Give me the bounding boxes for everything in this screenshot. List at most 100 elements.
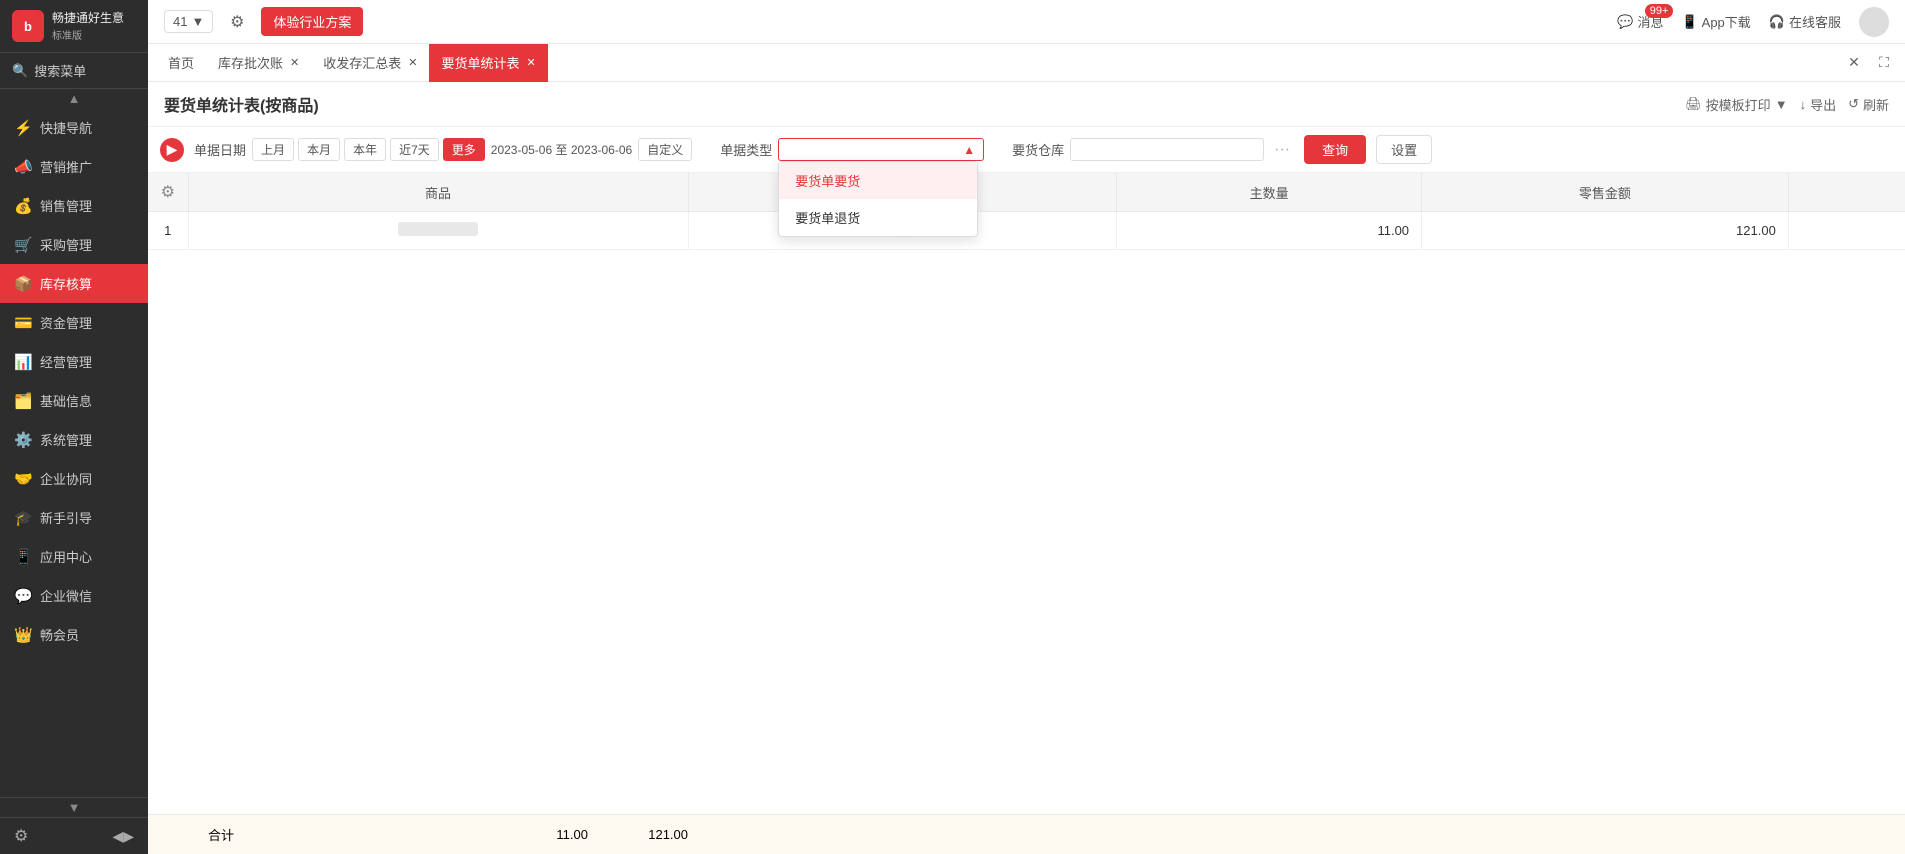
sidebar-item-sales[interactable]: 💰 销售管理 bbox=[0, 186, 148, 225]
data-table: ⚙ 商品 主计量单位 主数量 零售金额 1 块 11.00 121.00 bbox=[148, 173, 1905, 250]
date-quick-btn-3[interactable]: 近7天 bbox=[390, 138, 439, 161]
sidebar-item-member[interactable]: 👑畅会员 bbox=[0, 615, 148, 654]
nav-icon-corp: 🤝 bbox=[14, 470, 32, 488]
filter-expand-btn[interactable]: ▶ bbox=[160, 138, 184, 162]
table-settings-icon[interactable]: ⚙ bbox=[161, 184, 175, 201]
sidebar-scroll-down[interactable]: ▼ bbox=[0, 797, 148, 817]
col-amount: 零售金额 bbox=[1422, 173, 1789, 212]
sidebar-item-basic[interactable]: 🗂️ 基础信息 bbox=[0, 381, 148, 420]
tab-close-all-btn[interactable]: ✕ bbox=[1841, 50, 1867, 76]
cell-extra-0 bbox=[1788, 212, 1905, 250]
print-icon: 🖨 bbox=[1685, 96, 1702, 112]
nav-label-marketing: 营销推广 bbox=[40, 157, 92, 176]
page-content: 要货单统计表(按商品) 🖨 按模板打印 ▼ ↓ 导出 ↺ 刷新 bbox=[148, 82, 1905, 854]
tab-close-order-stats[interactable]: ✕ bbox=[527, 56, 536, 69]
collapse-icon[interactable]: ◀▶ bbox=[112, 828, 134, 845]
refresh-label: 刷新 bbox=[1863, 95, 1889, 114]
nav-label-system: 系统管理 bbox=[40, 430, 92, 449]
settings-icon[interactable]: ⚙ bbox=[14, 826, 28, 846]
page-area: 要货单统计表(按商品) 🖨 按模板打印 ▼ ↓ 导出 ↺ 刷新 bbox=[148, 82, 1905, 854]
table-footer: 合计 11.00 121.00 bbox=[148, 814, 1905, 854]
export-label: 导出 bbox=[1810, 95, 1836, 114]
nav-icon-guide: 🎓 bbox=[14, 509, 32, 527]
online-service-label: 在线客服 bbox=[1789, 12, 1841, 31]
nav-icon-finance: 💳 bbox=[14, 314, 32, 332]
tab-close-receive-summary[interactable]: ✕ bbox=[408, 56, 417, 69]
sidebar-nav: ⚡快捷导航📣营销推广 💰 销售管理 🛒采购管理 📦 库存核算 💳资金管理📊经营管理 🗂️ 基础信… bbox=[0, 108, 148, 797]
nav-icon-basic: 🗂️ bbox=[14, 392, 32, 410]
app-download-label: App下载 bbox=[1702, 12, 1751, 31]
sidebar-item-inventory[interactable]: 📦 库存核算 bbox=[0, 264, 148, 303]
type-select-input[interactable] bbox=[787, 142, 963, 157]
sidebar-item-marketing[interactable]: 📣营销推广 bbox=[0, 147, 148, 186]
tab-inventory-batch[interactable]: 库存批次账✕ bbox=[206, 44, 311, 82]
page-actions: 🖨 按模板打印 ▼ ↓ 导出 ↺ 刷新 bbox=[1685, 95, 1889, 114]
user-avatar[interactable] bbox=[1859, 7, 1889, 37]
nav-icon-sales: 💰 bbox=[14, 197, 32, 215]
nav-label-wechat: 企业微信 bbox=[40, 586, 92, 605]
nav-icon-inventory: 📦 bbox=[14, 275, 32, 293]
nav-label-apps: 应用中心 bbox=[40, 547, 92, 566]
refresh-action[interactable]: ↺ 刷新 bbox=[1848, 95, 1889, 114]
sidebar-item-finance[interactable]: 💳资金管理 bbox=[0, 303, 148, 342]
trial-button[interactable]: 体验行业方案 bbox=[261, 7, 363, 36]
sidebar-scroll-up[interactable]: ▲ bbox=[0, 89, 148, 108]
filter-bar: ▶ 单据日期 上月本月本年近7天更多 2023-05-06 至 2023-06-… bbox=[148, 127, 1905, 173]
sidebar-item-system[interactable]: ⚙️系统管理 bbox=[0, 420, 148, 459]
top-header: 41 ▼ ⚙ 体验行业方案 💬 消息 99+ 📱 App下载 🎧 在线客服 bbox=[148, 0, 1905, 44]
app-download-item[interactable]: 📱 App下载 bbox=[1681, 12, 1750, 31]
export-action[interactable]: ↓ 导出 bbox=[1800, 95, 1837, 114]
store-selector[interactable]: 41 ▼ bbox=[164, 10, 213, 33]
export-icon: ↓ bbox=[1800, 97, 1807, 112]
nav-label-basic: 基础信息 bbox=[40, 391, 92, 410]
dropdown-item-1[interactable]: 要货单退货 bbox=[779, 199, 977, 236]
footer-total-label: 合计 bbox=[200, 825, 400, 844]
date-quick-btn-0[interactable]: 上月 bbox=[252, 138, 294, 161]
date-quick-btn-1[interactable]: 本月 bbox=[298, 138, 340, 161]
warehouse-filter-label: 要货仓库 bbox=[1012, 140, 1064, 159]
footer-amount: 121.00 bbox=[600, 827, 700, 842]
print-action[interactable]: 🖨 按模板打印 ▼ bbox=[1685, 95, 1787, 114]
sidebar-item-wechat[interactable]: 💬 企业微信 bbox=[0, 576, 148, 615]
warehouse-input[interactable] bbox=[1079, 142, 1255, 157]
tab-close-inventory-batch[interactable]: ✕ bbox=[290, 56, 299, 69]
query-button[interactable]: 查询 bbox=[1304, 135, 1366, 164]
sidebar-item-quick[interactable]: ⚡快捷导航 bbox=[0, 108, 148, 147]
nav-label-sales: 销售管理 bbox=[40, 196, 92, 215]
online-service-item[interactable]: 🎧 在线客服 bbox=[1769, 12, 1841, 31]
nav-icon-wechat: 💬 bbox=[14, 587, 32, 605]
nav-label-guide: 新手引导 bbox=[40, 508, 92, 527]
messages-item[interactable]: 💬 消息 99+ bbox=[1617, 12, 1663, 31]
sidebar-item-guide[interactable]: 🎓 新手引导 bbox=[0, 498, 148, 537]
sidebar-item-apps[interactable]: 📱应用中心 bbox=[0, 537, 148, 576]
sidebar-search[interactable]: 🔍 搜索菜单 bbox=[0, 53, 148, 89]
warehouse-field[interactable] bbox=[1070, 138, 1264, 161]
tab-receive-summary[interactable]: 收发存汇总表✕ bbox=[311, 44, 429, 82]
more-options-btn[interactable]: ··· bbox=[1270, 141, 1294, 159]
cell-index-0: 1 bbox=[148, 212, 188, 250]
header-settings-btn[interactable]: ⚙ bbox=[223, 8, 251, 36]
type-select-field[interactable]: ▲ bbox=[778, 138, 984, 161]
nav-icon-purchase: 🛒 bbox=[14, 236, 32, 254]
tab-order-stats[interactable]: 要货单统计表✕ bbox=[429, 44, 547, 82]
date-quick-btn-2[interactable]: 本年 bbox=[344, 138, 386, 161]
table-container: ⚙ 商品 主计量单位 主数量 零售金额 1 块 11.00 121.00 bbox=[148, 173, 1905, 814]
service-icon: 🎧 bbox=[1769, 14, 1785, 30]
tab-expand-btn[interactable]: ⛶ bbox=[1871, 50, 1897, 76]
settings-row-button[interactable]: 设置 bbox=[1376, 135, 1432, 164]
sidebar-item-purchase[interactable]: 🛒采购管理 bbox=[0, 225, 148, 264]
tab-bar: 首页库存批次账✕收发存汇总表✕要货单统计表✕ ✕ ⛶ bbox=[148, 44, 1905, 82]
date-quick-btn-4[interactable]: 更多 bbox=[443, 138, 485, 161]
nav-label-inventory: 库存核算 bbox=[40, 274, 92, 293]
sidebar-item-operations[interactable]: 📊经营管理 bbox=[0, 342, 148, 381]
dropdown-item-0[interactable]: 要货单要货 bbox=[779, 162, 977, 199]
type-dropdown: 要货单要货要货单退货 bbox=[778, 161, 978, 237]
sidebar-item-corp[interactable]: 🤝企业协同 bbox=[0, 459, 148, 498]
custom-date-btn[interactable]: 自定义 bbox=[638, 138, 692, 161]
logo-name: 畅捷通好生意 bbox=[52, 10, 124, 27]
tab-home[interactable]: 首页 bbox=[156, 44, 206, 82]
page-title: 要货单统计表(按商品) bbox=[164, 92, 319, 116]
logo-icon: b bbox=[12, 10, 44, 42]
nav-icon-quick: ⚡ bbox=[14, 119, 32, 137]
select-arrow-up-icon[interactable]: ▲ bbox=[963, 143, 975, 157]
